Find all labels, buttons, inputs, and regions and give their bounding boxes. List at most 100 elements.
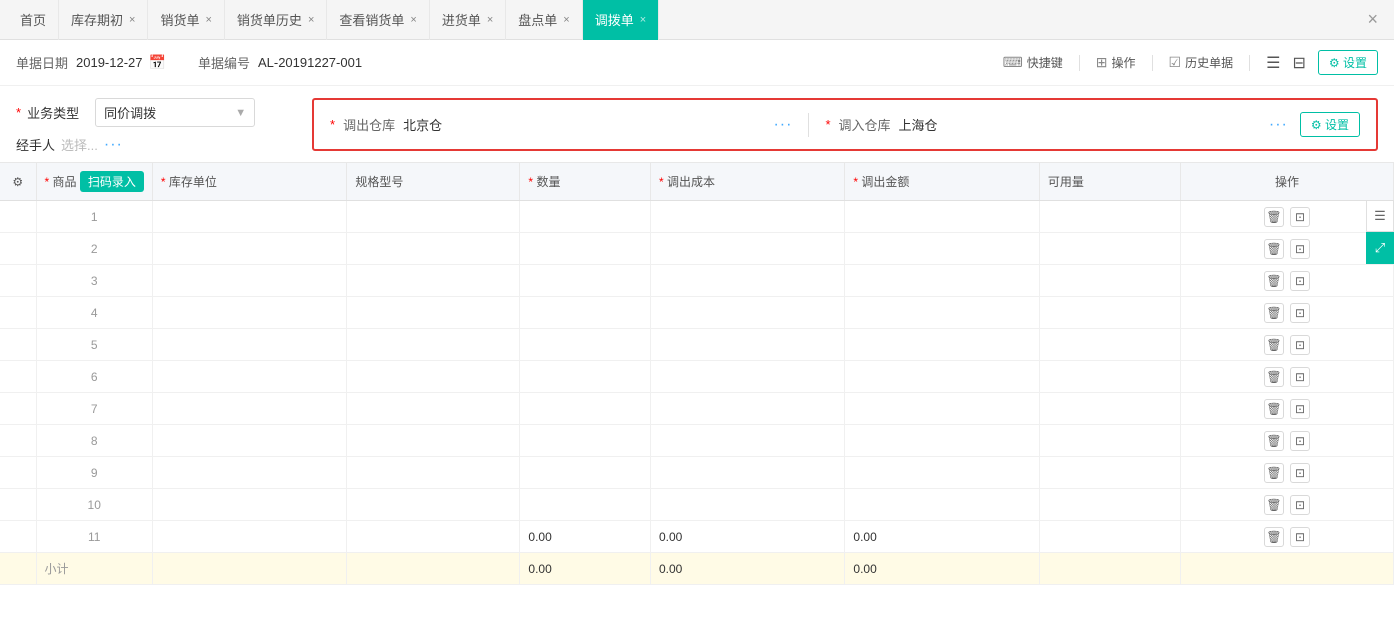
col-gear[interactable]: ⚙ — [0, 163, 36, 201]
delete-icon[interactable]: 🗑 — [1264, 367, 1284, 387]
delete-icon[interactable]: 🗑 — [1264, 431, 1284, 451]
person-more-btn[interactable]: ··· — [104, 136, 123, 154]
scan-button[interactable]: 扫码录入 — [80, 171, 144, 192]
copy-icon[interactable]: ⊡ — [1290, 463, 1310, 483]
row-num-cell: 8 — [36, 425, 152, 457]
tab-sales-order-label: 销货单 — [160, 10, 199, 29]
form-main-row: * 业务类型 同价调拨 ▼ 经手人 选择... ··· * 调出仓库 北京仓 — [16, 98, 1378, 154]
row-gear-cell — [0, 329, 36, 361]
col-amount: * 调出金额 — [845, 163, 1039, 201]
business-type-select[interactable]: 同价调拨 ▼ — [95, 98, 255, 127]
copy-icon[interactable]: ⊡ — [1290, 271, 1310, 291]
row-cost-cell — [650, 489, 844, 521]
tab-transfer-order-close[interactable]: × — [640, 14, 646, 26]
ops-btn[interactable]: ⊞ 操作 — [1096, 54, 1136, 71]
row-amount-cell — [845, 457, 1039, 489]
subtotal-qty-cell: 0.00 — [520, 521, 651, 553]
row-cost-cell — [650, 393, 844, 425]
warehouse-settings-btn[interactable]: ⚙ 设置 — [1300, 112, 1360, 137]
delete-icon[interactable]: 🗑 — [1264, 271, 1284, 291]
row-unit-cell — [152, 361, 346, 393]
settings-label: 设置 — [1343, 56, 1367, 70]
copy-icon[interactable]: ⊡ — [1290, 207, 1310, 227]
row-amount-cell — [845, 361, 1039, 393]
tab-transfer-order-label: 调拨单 — [595, 10, 634, 29]
tab-sales-order[interactable]: 销货单 × — [148, 0, 224, 40]
delete-icon[interactable]: 🗑 — [1264, 303, 1284, 323]
delete-icon[interactable]: 🗑 — [1264, 495, 1284, 515]
delete-icon[interactable]: 🗑 — [1264, 463, 1284, 483]
col-product-label: 商品 — [53, 175, 77, 189]
tab-inventory-check[interactable]: 盘点单 × — [506, 0, 582, 40]
tab-inventory-check-close[interactable]: × — [563, 14, 569, 26]
layout-list-btn[interactable]: ☰ — [1266, 53, 1280, 73]
copy-icon[interactable]: ⊡ — [1290, 303, 1310, 323]
row-qty-cell — [520, 329, 651, 361]
delete-icon[interactable]: 🗑 — [1264, 399, 1284, 419]
tab-purchase-order[interactable]: 进货单 × — [430, 0, 506, 40]
tab-transfer-order[interactable]: 调拨单 × — [583, 0, 659, 40]
person-row: 经手人 选择... ··· — [16, 135, 296, 154]
row-action-cell: 🗑 ⊡ — [1180, 233, 1393, 265]
layout-grid-icon: ⊟ — [1292, 53, 1305, 73]
col-cost-label: 调出成本 — [667, 175, 715, 189]
tab-sales-history-close[interactable]: × — [308, 14, 314, 26]
side-expand-btn[interactable]: ⤢ — [1366, 232, 1394, 264]
tab-sales-history[interactable]: 销货单历史 × — [225, 0, 327, 40]
row-qty-cell — [520, 265, 651, 297]
tab-home[interactable]: 首页 — [8, 0, 59, 40]
row-action-cell: 🗑 ⊡ — [1180, 425, 1393, 457]
header-bar: 单据日期 2019-12-27 📅 单据编号 AL-20191227-001 ⌨… — [0, 40, 1394, 86]
warehouse-settings-icon: ⚙ — [1311, 118, 1322, 132]
date-field-group: 单据日期 2019-12-27 📅 — [16, 53, 166, 72]
tab-sales-order-close[interactable]: × — [205, 14, 211, 26]
warehouse-in-more-btn[interactable]: ··· — [1269, 116, 1288, 134]
row-num-cell: 4 — [36, 297, 152, 329]
copy-icon[interactable]: ⊡ — [1290, 335, 1310, 355]
settings-button[interactable]: ⚙ 设置 — [1318, 50, 1378, 75]
business-type-required-star: * — [16, 105, 21, 120]
warehouse-out-more-btn[interactable]: ··· — [773, 116, 792, 134]
row-action-cell: 🗑 ⊡ — [1180, 393, 1393, 425]
tab-inventory-init-close[interactable]: × — [129, 14, 135, 26]
tab-bar-close-btn[interactable]: × — [1359, 9, 1386, 30]
shortcut-btn[interactable]: ⌨ 快捷键 — [1003, 54, 1063, 71]
tab-view-sales[interactable]: 查看销货单 × — [327, 0, 429, 40]
history-label: 历史单据 — [1185, 54, 1233, 71]
table-row: 9 🗑 ⊡ — [0, 457, 1394, 489]
row-gear-cell — [0, 425, 36, 457]
row-cost-cell — [650, 361, 844, 393]
delete-icon[interactable]: 🗑 — [1264, 527, 1284, 547]
copy-icon[interactable]: ⊡ — [1290, 527, 1310, 547]
copy-icon[interactable]: ⊡ — [1290, 239, 1310, 259]
row-action-cell: 🗑 ⊡ — [1180, 297, 1393, 329]
row-available-cell — [1039, 425, 1180, 457]
copy-icon[interactable]: ⊡ — [1290, 495, 1310, 515]
row-action-cell: 🗑 ⊡ — [1180, 265, 1393, 297]
row-unit-cell — [152, 457, 346, 489]
table-row: 2 🗑 ⊡ — [0, 233, 1394, 265]
row-available-cell — [1039, 265, 1180, 297]
tab-inventory-init[interactable]: 库存期初 × — [59, 0, 148, 40]
history-btn[interactable]: ☑ 历史单据 — [1169, 54, 1234, 71]
tab-purchase-order-close[interactable]: × — [487, 14, 493, 26]
subtotal-unit-cell — [152, 521, 346, 553]
side-list-btn[interactable]: ☰ — [1366, 200, 1394, 232]
tab-view-sales-close[interactable]: × — [410, 14, 416, 26]
date-label: 单据日期 — [16, 53, 68, 72]
business-type-row: * 业务类型 同价调拨 ▼ — [16, 98, 296, 127]
row-action-cell: 🗑 ⊡ — [1180, 201, 1393, 233]
business-type-field: * 业务类型 — [16, 103, 79, 122]
subtotal-cost-cell: 0.00 — [650, 521, 844, 553]
copy-icon[interactable]: ⊡ — [1290, 431, 1310, 451]
copy-icon[interactable]: ⊡ — [1290, 399, 1310, 419]
calendar-icon[interactable]: 📅 — [149, 54, 166, 71]
row-available-cell — [1039, 329, 1180, 361]
copy-icon[interactable]: ⊡ — [1290, 367, 1310, 387]
table-row: 4 🗑 ⊡ — [0, 297, 1394, 329]
person-select[interactable]: 选择... — [61, 135, 98, 154]
layout-grid-btn[interactable]: ⊟ — [1292, 53, 1305, 73]
delete-icon[interactable]: 🗑 — [1264, 207, 1284, 227]
delete-icon[interactable]: 🗑 — [1264, 335, 1284, 355]
delete-icon[interactable]: 🗑 — [1264, 239, 1284, 259]
